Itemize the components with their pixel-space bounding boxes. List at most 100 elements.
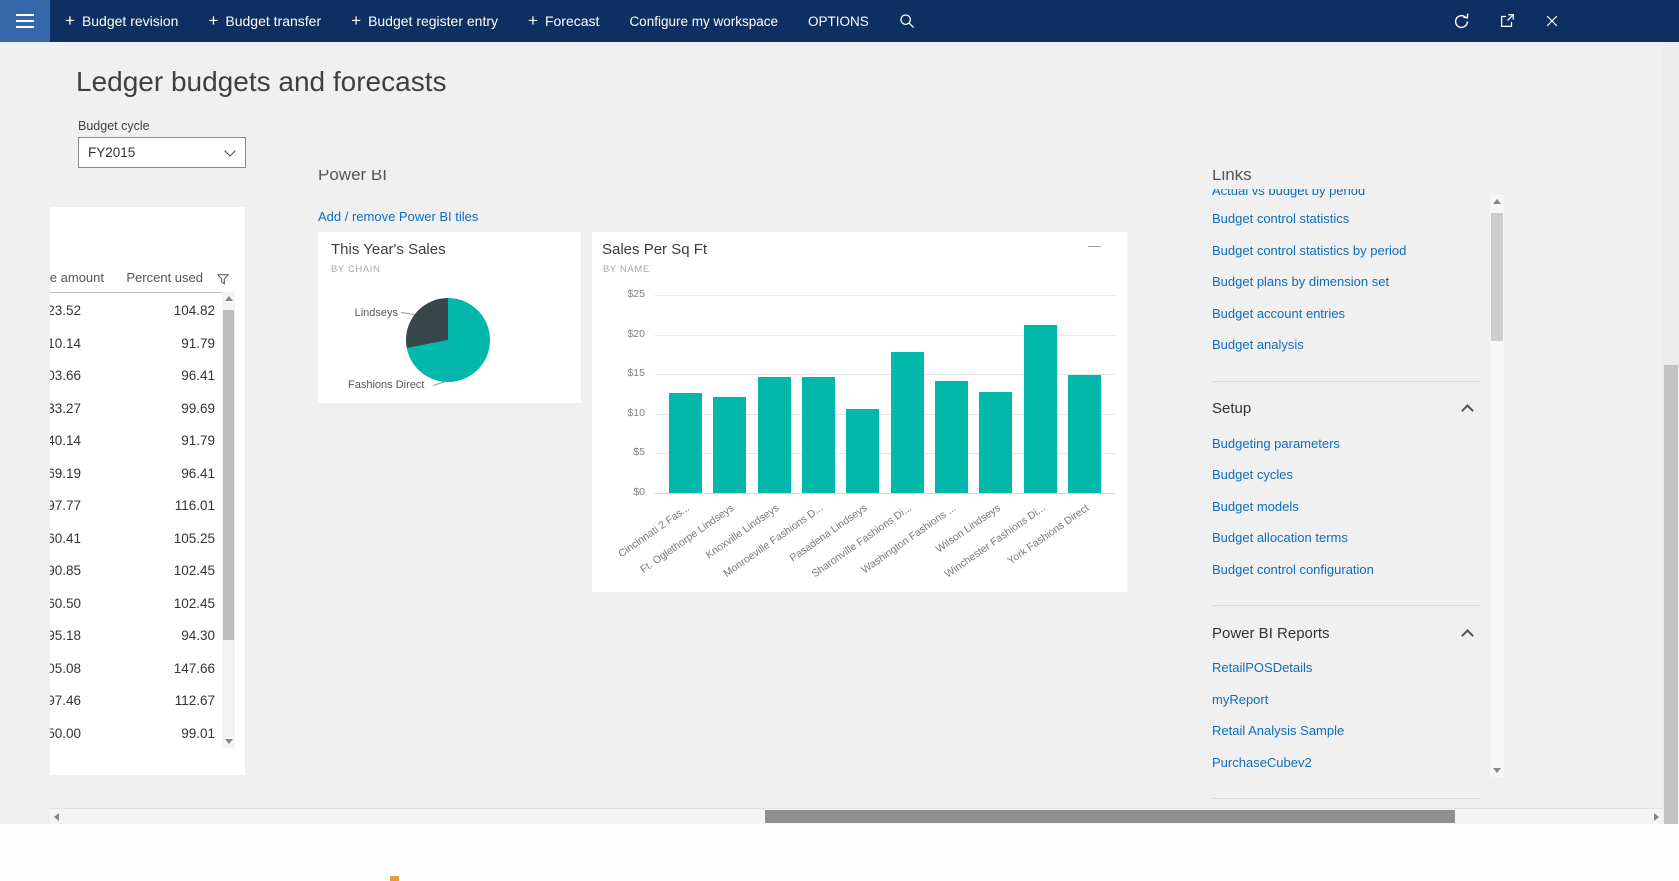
topbar-action-label: Budget transfer	[225, 13, 322, 29]
tile-title: This Year's Sales	[331, 241, 446, 258]
pie-label-lindseys: Lindseys	[354, 307, 398, 319]
chevron-down-icon	[224, 144, 236, 157]
chevron-up-icon[interactable]	[1461, 404, 1474, 417]
scroll-down-arrow[interactable]	[224, 739, 233, 744]
bar-knoxville-lindseys[interactable]	[757, 377, 791, 493]
topbar-menu-label: Configure my workspace	[629, 13, 778, 29]
link-budget-cycles[interactable]: Budget cycles	[1212, 459, 1480, 491]
link-budget-control-configuration[interactable]: Budget control configuration	[1212, 554, 1480, 586]
link-budget-plans-by-dimension-set[interactable]: Budget plans by dimension set	[1212, 266, 1480, 298]
link-budget-control-statistics[interactable]: Budget control statistics	[1212, 203, 1480, 235]
section-divider	[1212, 798, 1480, 799]
topbar-action-forecast[interactable]: + Forecast	[513, 0, 614, 42]
link-budget-allocation-terms[interactable]: Budget allocation terms	[1212, 522, 1480, 554]
top-command-bar: + Budget revision + Budget transfer + Budget …	[0, 0, 1679, 42]
x-axis-label: Ft. Oglethorpe Lindseys	[638, 502, 737, 576]
section-divider	[1212, 605, 1480, 606]
filter-button[interactable]	[216, 272, 230, 290]
bar-pasadena-lindseys[interactable]	[846, 409, 880, 493]
table-row[interactable]: 5,797.46 112.67	[50, 685, 222, 718]
bar-york-fashions-direct[interactable]	[1067, 375, 1101, 493]
link-budget-models[interactable]: Budget models	[1212, 491, 1480, 523]
section-header-power-bi-reports[interactable]: Power BI Reports	[1212, 620, 1480, 646]
bar-cincinnati-2-fas[interactable]	[669, 393, 702, 493]
topbar-action-budget-transfer[interactable]: + Budget transfer	[193, 0, 336, 42]
bar-monroeville-fashions-d[interactable]	[801, 376, 835, 493]
y-axis-tick-label: $0	[633, 486, 645, 498]
pie-chart[interactable]	[406, 298, 490, 382]
scrollbar-thumb[interactable]	[765, 810, 1455, 823]
topbar-action-budget-register-entry[interactable]: + Budget register entry	[336, 0, 513, 42]
bar-wilson-lindseys[interactable]	[979, 391, 1013, 493]
link-actual-vs-budget-by-period[interactable]: Actual vs budget by period	[1212, 189, 1472, 202]
table-row[interactable]: 450.00 99.01	[50, 718, 222, 751]
add-remove-powerbi-tiles-link[interactable]: Add / remove Power BI tiles	[318, 209, 478, 224]
link-budgeting-parameters[interactable]: Budgeting parameters	[1212, 428, 1480, 460]
scrollbar-thumb[interactable]	[223, 310, 234, 640]
link-budget-account-entries[interactable]: Budget account entries	[1212, 298, 1480, 330]
gridline	[655, 493, 1115, 494]
scroll-left-arrow[interactable]	[54, 812, 59, 821]
topbar-menu-options[interactable]: OPTIONS	[793, 0, 884, 42]
amount-cell: 2,910.14	[50, 335, 81, 351]
topbar-menu-label: OPTIONS	[808, 13, 869, 29]
scroll-down-arrow[interactable]	[1493, 768, 1501, 773]
budget-cycle-value: FY2015	[88, 145, 136, 160]
page-vertical-scrollbar[interactable]	[1663, 42, 1679, 881]
section-header-label: Setup	[1212, 400, 1252, 417]
table-row[interactable]: 4,923.52 104.82	[50, 295, 222, 328]
powerbi-tile-sales-per-sq-ft[interactable]: Sales Per Sq Ft BY NAME — $0 $5 $10 $15 $20 $…	[592, 232, 1127, 592]
amount-cell: 5,797.46	[50, 693, 81, 708]
hamburger-menu-button[interactable]	[0, 0, 50, 42]
bottom-strip	[0, 824, 1679, 881]
page-horizontal-scrollbar[interactable]	[50, 808, 1663, 824]
column-header-percent-used[interactable]: Percent used	[126, 270, 203, 285]
combo-dropdown-button[interactable]	[215, 138, 245, 167]
x-axis-label: Washington Fashions ...	[859, 502, 959, 577]
table-row[interactable]: 2,910.14 91.79	[50, 328, 222, 361]
link-myreport[interactable]: myReport	[1212, 684, 1480, 716]
bar-ft-oglethorpe-lindseys[interactable]	[713, 397, 747, 493]
scroll-up-arrow[interactable]	[1493, 199, 1501, 204]
search-button[interactable]	[884, 0, 930, 42]
bar-washington-fashions[interactable]	[934, 380, 968, 493]
table-row[interactable]: 269.19 96.41	[50, 458, 222, 491]
chevron-up-icon[interactable]	[1461, 628, 1474, 642]
plus-icon: +	[528, 10, 538, 30]
table-row[interactable]: 403.66 96.41	[50, 360, 222, 393]
link-retailposdetails[interactable]: RetailPOSDetails	[1212, 652, 1480, 684]
link-purchasecubev2[interactable]: PurchaseCubev2	[1212, 747, 1480, 779]
bar-winchester-fashions-di[interactable]	[1023, 325, 1057, 493]
scrollbar-thumb[interactable]	[1491, 213, 1503, 341]
table-row[interactable]: 33.27 99.69	[50, 393, 222, 426]
scrollbar-thumb[interactable]	[1664, 365, 1678, 881]
topbar-action-budget-revision[interactable]: + Budget revision	[50, 0, 193, 42]
topbar-menu-configure-my-workspace[interactable]: Configure my workspace	[614, 0, 793, 42]
tile-minimize-button[interactable]: —	[1088, 238, 1101, 253]
close-button[interactable]	[1529, 0, 1574, 42]
links-vertical-scrollbar[interactable]	[1490, 195, 1504, 777]
plus-icon: +	[65, 10, 75, 30]
link-budget-control-statistics-by-period[interactable]: Budget control statistics by period	[1212, 235, 1480, 267]
refresh-button[interactable]	[1439, 0, 1484, 42]
scroll-right-arrow[interactable]	[1654, 812, 1659, 821]
scroll-up-arrow[interactable]	[224, 296, 233, 301]
section-header-setup[interactable]: Setup	[1212, 396, 1480, 422]
table-row[interactable]: 195.18 94.30	[50, 620, 222, 653]
topbar-action-label: Budget revision	[81, 13, 179, 29]
bar-sharonville-fashions-di[interactable]	[890, 352, 924, 493]
budget-cycle-select[interactable]: FY2015	[78, 137, 246, 168]
link-retail-analysis-sample[interactable]: Retail Analysis Sample	[1212, 715, 1480, 747]
link-budget-analysis[interactable]: Budget analysis	[1212, 329, 1480, 361]
table-row[interactable]: 0,505.08 147.66	[50, 653, 222, 686]
bottom-edge-accent	[390, 876, 399, 881]
table-row[interactable]: -997.77 116.01	[50, 490, 222, 523]
table-row[interactable]: 9,660.50 102.45	[50, 588, 222, 621]
column-header-amount[interactable]: e amount	[50, 270, 104, 285]
open-in-new-window-button[interactable]	[1484, 0, 1529, 42]
table-row[interactable]: 1,940.14 91.79	[50, 425, 222, 458]
grid-vertical-scrollbar[interactable]	[222, 292, 235, 748]
table-row[interactable]: -360.41 105.25	[50, 523, 222, 556]
powerbi-tile-this-years-sales[interactable]: This Year's Sales BY CHAIN Lindseys Fash…	[318, 232, 581, 403]
table-row[interactable]: 4,490.85 102.45	[50, 555, 222, 588]
